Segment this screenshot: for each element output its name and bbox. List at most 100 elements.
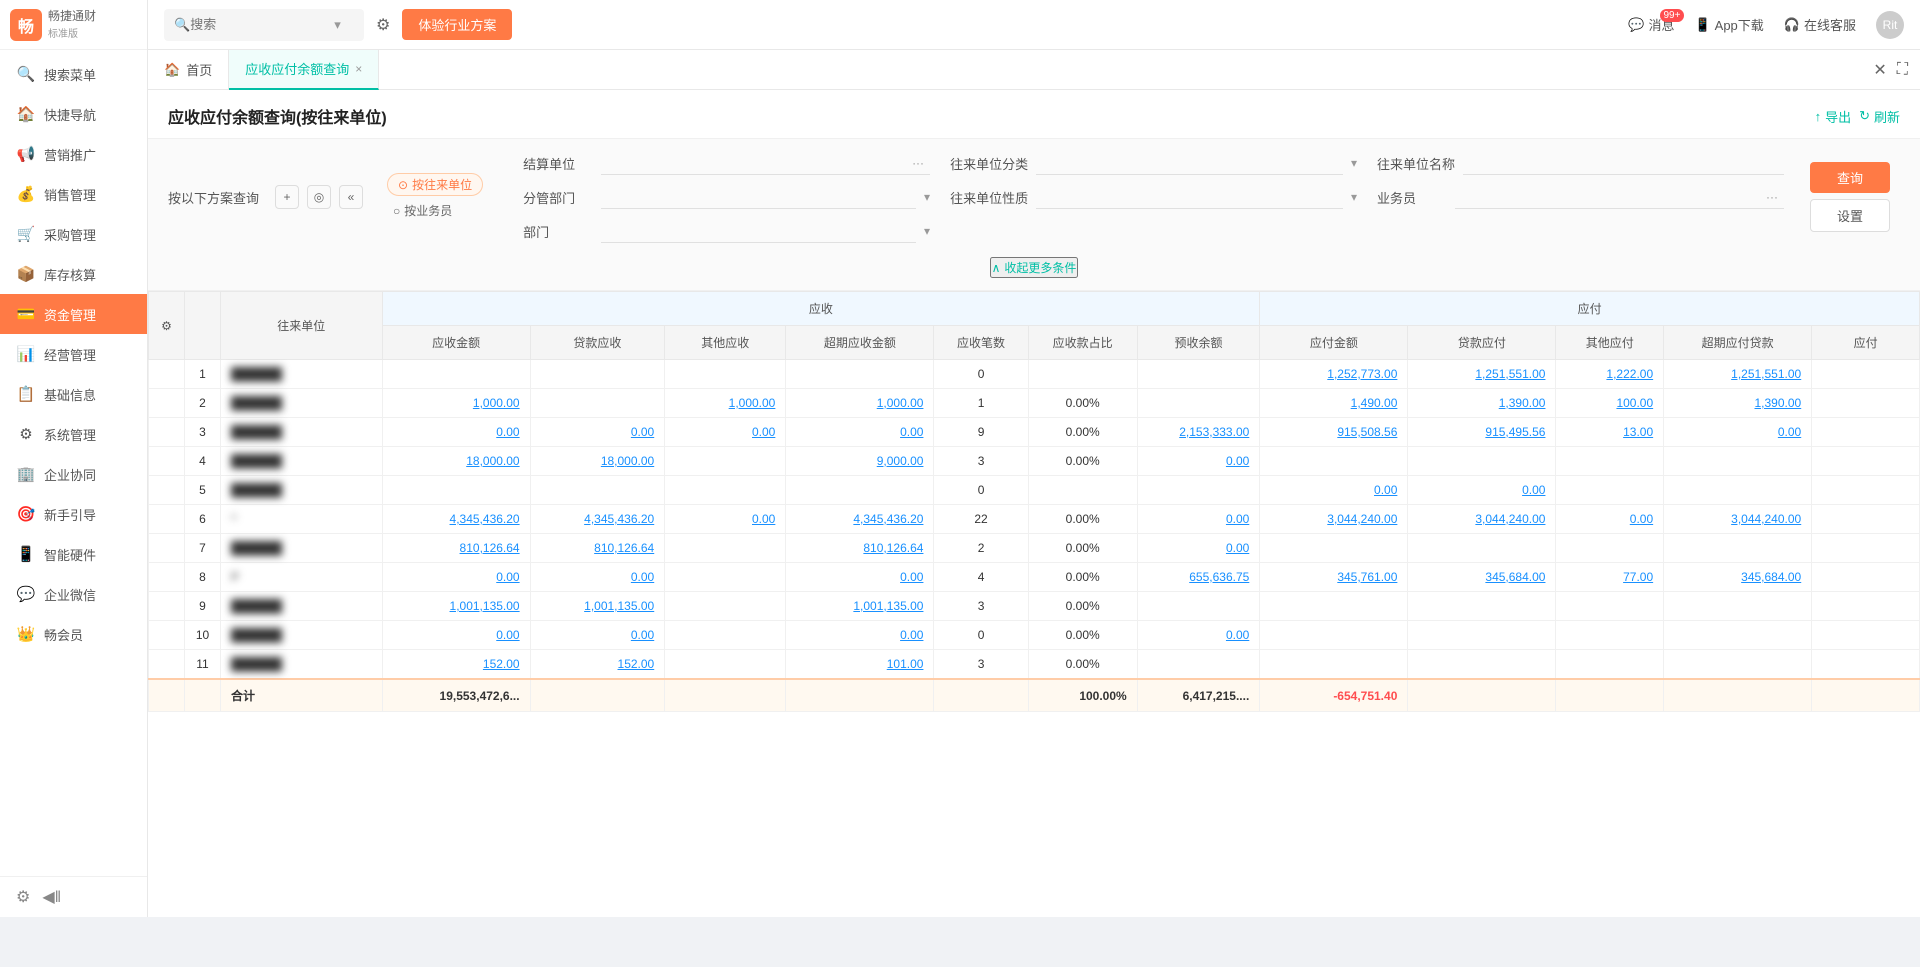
sidebar-icon-7: 📊 bbox=[16, 344, 36, 364]
sidebar-item-6[interactable]: 💳资金管理 bbox=[0, 294, 147, 334]
category-chevron-icon[interactable]: ▾ bbox=[1351, 156, 1357, 170]
division-dept-input[interactable] bbox=[601, 185, 916, 209]
settings-footer-icon[interactable]: ⚙ bbox=[16, 887, 30, 907]
pay-other-header: 其他应付 bbox=[1556, 326, 1664, 360]
tab-active[interactable]: 应收应付余额查询 × bbox=[229, 50, 379, 90]
sidebar-item-13[interactable]: 💬企业微信 bbox=[0, 574, 147, 614]
tab-home-label: 首页 bbox=[186, 60, 212, 79]
filter-fields: 结算单位 ··· 往来单位分类 ▾ 往来单位名称 bbox=[523, 151, 1784, 243]
sidebar-icon-13: 💬 bbox=[16, 584, 36, 604]
settings-col-header[interactable]: ⚙ bbox=[149, 292, 185, 360]
field-partner-name: 往来单位名称 bbox=[1377, 151, 1784, 175]
field-dots-icon[interactable]: ··· bbox=[912, 156, 924, 170]
dept-input[interactable] bbox=[601, 219, 916, 243]
tab-home[interactable]: 🏠 首页 bbox=[148, 50, 229, 90]
topbar: 🔍 ▾ ⚙ 体验行业方案 💬 消息 99+ 📱 App下载 🎧 在线客服 Rit bbox=[148, 0, 1920, 50]
search-box[interactable]: 🔍 ▾ bbox=[164, 9, 364, 41]
sidebar-icon-1: 🏠 bbox=[16, 104, 36, 124]
receivable-group-header: 应收 bbox=[382, 292, 1260, 326]
topbar-right: 💬 消息 99+ 📱 App下载 🎧 在线客服 Rit bbox=[1628, 11, 1904, 39]
export-button[interactable]: ↑ 导出 bbox=[1815, 107, 1852, 126]
sidebar-item-9[interactable]: ⚙ 系统管理 bbox=[0, 414, 147, 454]
partner-name-input[interactable] bbox=[1463, 151, 1784, 175]
sidebar-label-5: 库存核算 bbox=[44, 265, 96, 284]
sidebar-item-8[interactable]: 📋基础信息 bbox=[0, 374, 147, 414]
pay-loan-header: 贷款应付 bbox=[1408, 326, 1556, 360]
sidebar-item-10[interactable]: 🏢企业协同 bbox=[0, 454, 147, 494]
sidebar-label-9: 系统管理 bbox=[44, 425, 96, 444]
service-item[interactable]: 🎧 在线客服 bbox=[1784, 15, 1856, 34]
sidebar-icon-6: 💳 bbox=[16, 304, 36, 324]
nature-chevron-icon[interactable]: ▾ bbox=[1351, 190, 1357, 204]
message-item[interactable]: 💬 消息 99+ bbox=[1628, 15, 1674, 34]
field-dept: 部门 ▾ bbox=[523, 219, 930, 243]
add-scheme-icon[interactable]: + bbox=[275, 185, 299, 209]
sidebar-icon-11: 🎯 bbox=[16, 504, 36, 524]
dept-chevron-icon[interactable]: ▾ bbox=[924, 224, 930, 238]
table-row: 7██████810,126.64810,126.64810,126.6420.… bbox=[149, 534, 1920, 563]
division-chevron-icon[interactable]: ▾ bbox=[924, 190, 930, 204]
data-table: ⚙ 往来单位 应收 应付 应收金额 贷款应收 其他应收 超期应收金额 应收笔数 … bbox=[148, 291, 1920, 712]
field-settlement-unit: 结算单位 ··· bbox=[523, 151, 930, 175]
footer-rec-total[interactable]: 19,553,472,6... bbox=[382, 679, 530, 712]
gear-icon[interactable]: ⚙ bbox=[376, 15, 390, 35]
filter-area: 按以下方案查询 + ◎ « ⊙ 按往来单位 ○ 按业务员 bbox=[148, 139, 1920, 291]
service-label: 在线客服 bbox=[1804, 15, 1856, 34]
footer-adv-total[interactable]: 6,417,215.... bbox=[1137, 679, 1260, 712]
sidebar-footer: ⚙ ◀‖ bbox=[0, 876, 147, 917]
sidebar-label-3: 销售管理 bbox=[44, 185, 96, 204]
page-title: 应收应付余额查询(按往来单位) bbox=[168, 104, 1815, 128]
logo-badge: 标准版 bbox=[48, 25, 96, 40]
sidebar-item-1[interactable]: 🏠 快捷导航 bbox=[0, 94, 147, 134]
table-row: 6^4,345,436.204,345,436.200.004,345,436.… bbox=[149, 505, 1920, 534]
group-by-partner[interactable]: ⊙ 按往来单位 bbox=[387, 173, 483, 196]
salesperson-dots-icon[interactable]: ··· bbox=[1766, 190, 1778, 204]
overdue-rec-header: 超期应收金额 bbox=[786, 326, 934, 360]
sidebar: 畅 畅捷通财 标准版 🔍搜索菜单 🏠 快捷导航 📢营销推广💰销售管理🛒采购管理📦库存核… bbox=[0, 0, 148, 917]
sidebar-item-0[interactable]: 🔍搜索菜单 bbox=[0, 54, 147, 94]
logo-icon: 畅 bbox=[10, 9, 42, 41]
sidebar-item-3[interactable]: 💰销售管理 bbox=[0, 174, 147, 214]
sidebar-item-4[interactable]: 🛒采购管理 bbox=[0, 214, 147, 254]
salesperson-input[interactable] bbox=[1455, 185, 1784, 209]
promo-button[interactable]: 体验行业方案 bbox=[402, 9, 512, 40]
refresh-button[interactable]: ↻ 刷新 bbox=[1859, 107, 1900, 126]
user-avatar[interactable]: Rit bbox=[1876, 11, 1904, 39]
sidebar-item-2[interactable]: 📢营销推广 bbox=[0, 134, 147, 174]
sidebar-logo: 畅 畅捷通财 标准版 bbox=[0, 0, 147, 50]
group-salesperson-icon: ○ bbox=[393, 204, 400, 218]
no-col-header bbox=[185, 292, 221, 360]
sidebar-item-14[interactable]: 👑畅会员 bbox=[0, 614, 147, 654]
partner-category-input[interactable] bbox=[1036, 151, 1343, 175]
sidebar-label-1: 快捷导航 bbox=[44, 105, 96, 124]
group-by-salesperson[interactable]: ○ 按业务员 bbox=[387, 200, 483, 221]
collapse-button[interactable]: ∧ 收起更多条件 bbox=[990, 257, 1079, 278]
filter-label: 按以下方案查询 bbox=[168, 188, 259, 207]
app-download-item[interactable]: 📱 App下载 bbox=[1694, 15, 1763, 34]
table-area: ⚙ 往来单位 应收 应付 应收金额 贷款应收 其他应收 超期应收金额 应收笔数 … bbox=[148, 291, 1920, 917]
sidebar-item-7[interactable]: 📊经营管理 bbox=[0, 334, 147, 374]
edit-scheme-icon[interactable]: ◎ bbox=[307, 185, 331, 209]
group-partner-icon: ⊙ bbox=[398, 178, 408, 192]
set-button[interactable]: 设置 bbox=[1810, 199, 1890, 232]
maximize-icon[interactable]: ⛶ bbox=[1897, 61, 1908, 79]
tab-close-icon[interactable]: × bbox=[355, 62, 362, 76]
sidebar-item-12[interactable]: 📱智能硬件 bbox=[0, 534, 147, 574]
sidebar-icon-9: ⚙ bbox=[16, 424, 36, 444]
more-scheme-icon[interactable]: « bbox=[339, 185, 363, 209]
query-button[interactable]: 查询 bbox=[1810, 162, 1890, 193]
settlement-unit-input[interactable] bbox=[601, 151, 930, 175]
partner-nature-input[interactable] bbox=[1036, 185, 1343, 209]
sidebar-label-14: 畅会员 bbox=[44, 625, 83, 644]
close-window-icon[interactable]: ✕ bbox=[1873, 60, 1886, 80]
avatar-text: Rit bbox=[1883, 18, 1898, 32]
sidebar-item-11[interactable]: 🎯新手引导 bbox=[0, 494, 147, 534]
chevron-down-icon[interactable]: ▾ bbox=[334, 17, 341, 33]
collapse-footer-icon[interactable]: ◀‖ bbox=[42, 887, 61, 907]
search-icon: 🔍 bbox=[174, 17, 190, 33]
footer-pay-total[interactable]: -654,751.40 bbox=[1260, 679, 1408, 712]
sidebar-label-0: 搜索菜单 bbox=[44, 65, 96, 84]
search-input[interactable] bbox=[190, 17, 330, 32]
sidebar-item-5[interactable]: 📦库存核算 bbox=[0, 254, 147, 294]
rec-other-header: 其他应收 bbox=[665, 326, 786, 360]
